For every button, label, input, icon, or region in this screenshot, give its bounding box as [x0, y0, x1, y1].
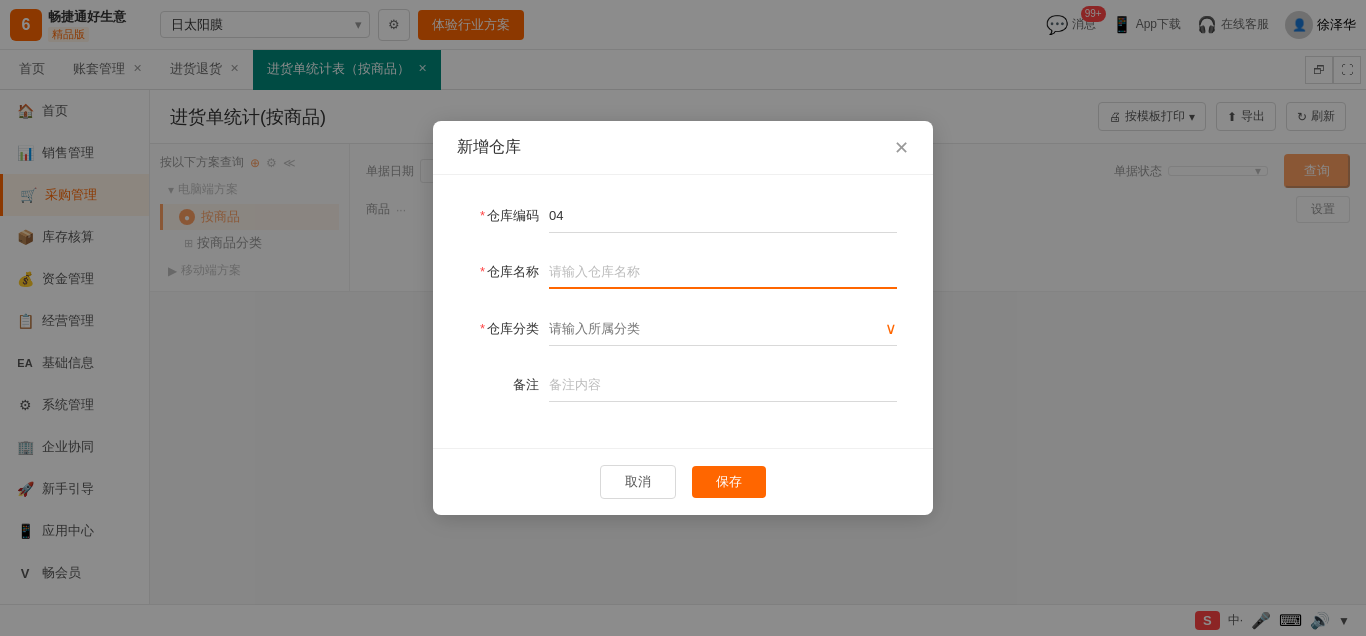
cancel-button[interactable]: 取消: [600, 465, 676, 499]
category-required-star: *: [480, 321, 485, 336]
save-button[interactable]: 保存: [692, 466, 766, 498]
modal-header: 新增仓库 ✕: [433, 121, 933, 175]
modal-body: *仓库编码 *仓库名称 *仓库分类 ∨: [433, 175, 933, 448]
form-row-name: *仓库名称: [469, 255, 897, 289]
form-row-code: *仓库编码: [469, 199, 897, 233]
modal-overlay[interactable]: 新增仓库 ✕ *仓库编码 *仓库名称 *仓库分类: [0, 0, 1366, 636]
code-required-star: *: [480, 208, 485, 223]
category-label: *仓库分类: [469, 320, 539, 338]
name-required-star: *: [480, 264, 485, 279]
category-dropdown-icon[interactable]: ∨: [885, 319, 897, 338]
name-label: *仓库名称: [469, 263, 539, 281]
notes-label: 备注: [469, 376, 539, 394]
modal-footer: 取消 保存: [433, 448, 933, 515]
modal-close-button[interactable]: ✕: [894, 139, 909, 157]
category-input[interactable]: [549, 311, 885, 345]
form-row-notes: 备注: [469, 368, 897, 402]
modal-new-warehouse: 新增仓库 ✕ *仓库编码 *仓库名称 *仓库分类: [433, 121, 933, 515]
code-label: *仓库编码: [469, 207, 539, 225]
form-row-category: *仓库分类 ∨: [469, 311, 897, 346]
name-input[interactable]: [549, 255, 897, 289]
notes-input[interactable]: [549, 368, 897, 402]
code-input[interactable]: [549, 199, 897, 233]
modal-title: 新增仓库: [457, 137, 521, 158]
category-select-wrap[interactable]: ∨: [549, 311, 897, 346]
